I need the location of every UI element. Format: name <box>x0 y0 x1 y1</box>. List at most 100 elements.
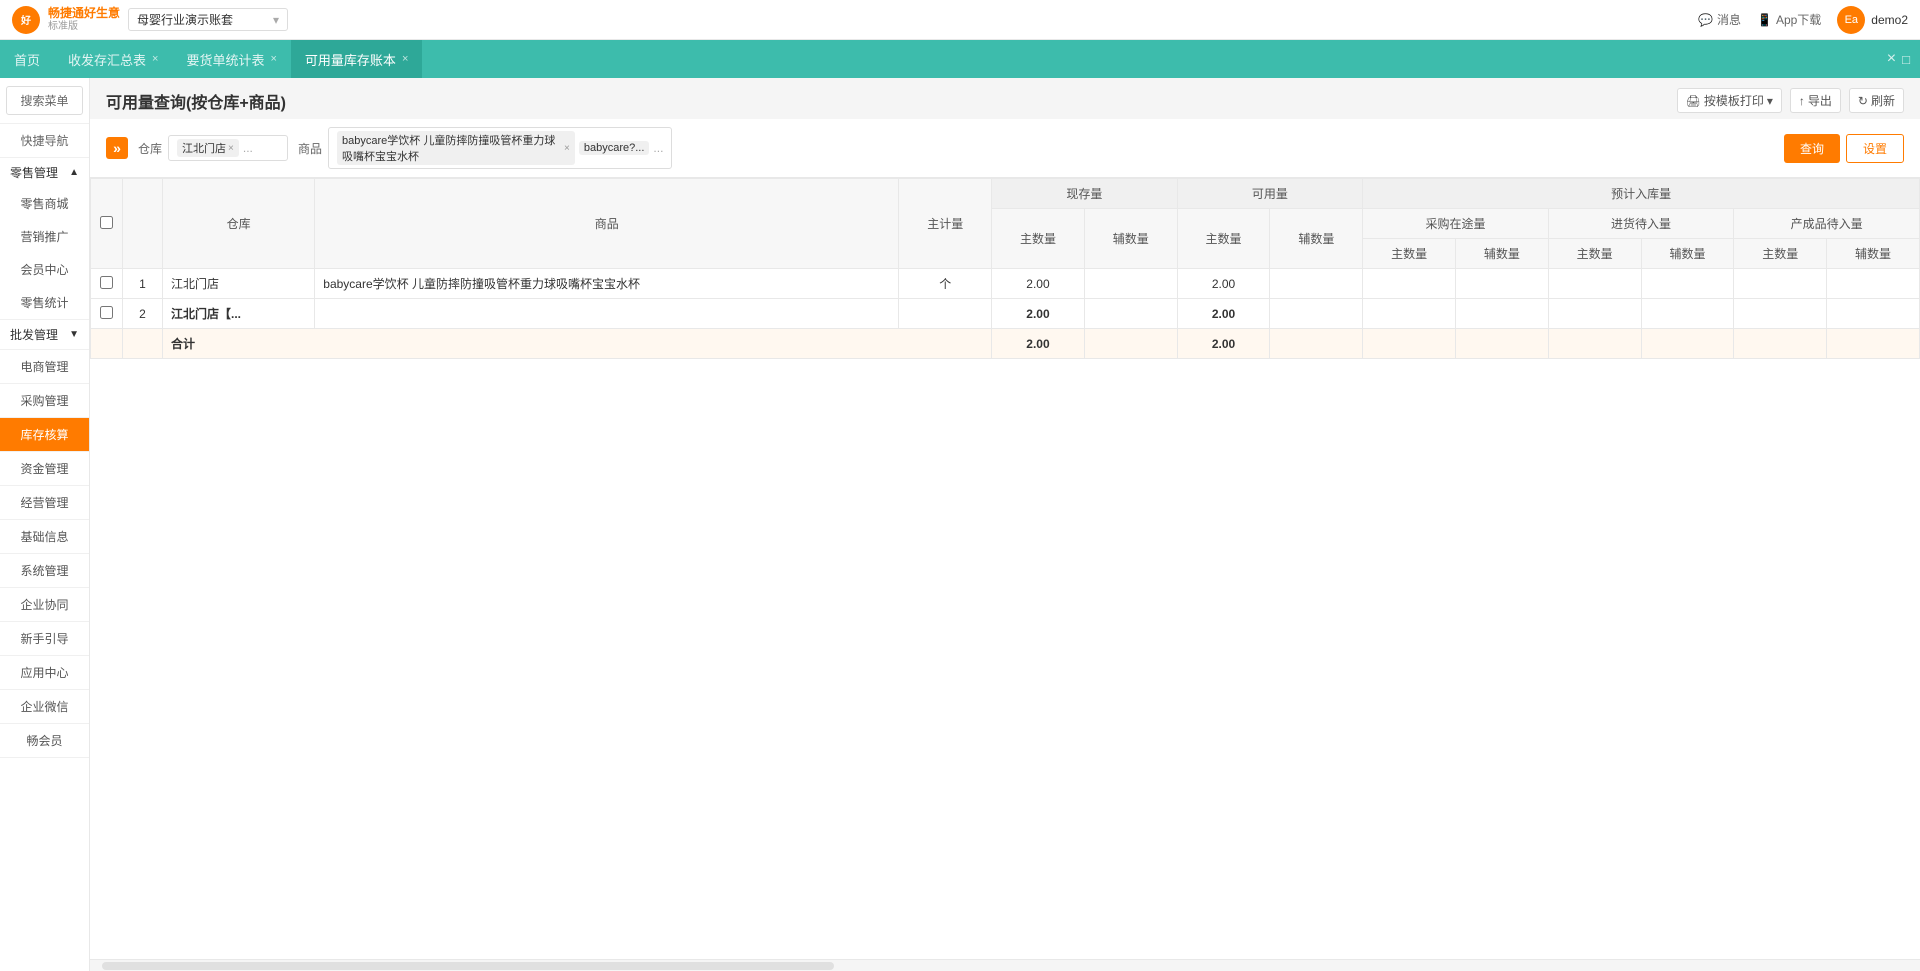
data-table: 仓库 商品 主计量 现存量 可用量 预计入库量 主数量 辅数量 主数量 辅数量 … <box>90 178 1920 359</box>
sidebar-item-wholesale-mgmt[interactable]: 批发管理 ▼ <box>0 320 89 349</box>
tab-available-stock[interactable]: 可用量库存账本 × <box>291 40 422 78</box>
sidebar-item-purchase[interactable]: 采购管理 <box>0 384 89 417</box>
filter-product-field: 商品 babycare学饮杯 儿童防摔防撞吸管杯重力球吸嘴杯宝宝水杯 × bab… <box>298 127 672 169</box>
row2-check[interactable] <box>91 299 123 329</box>
sidebar-item-members[interactable]: 会员中心 <box>0 253 89 286</box>
summary-p5 <box>1734 329 1827 359</box>
sidebar-item-operations[interactable]: 经营管理 <box>0 486 89 519</box>
refresh-label: 刷新 <box>1871 92 1895 109</box>
sidebar-item-retail-stats[interactable]: 零售统计 <box>0 286 89 319</box>
tab-available-stock-close[interactable]: × <box>402 54 408 65</box>
product-label: 商品 <box>298 140 322 157</box>
summary-p1 <box>1363 329 1456 359</box>
section-inventory: 库存核算 <box>0 418 89 452</box>
tab-order-stats[interactable]: 要货单统计表 × <box>172 40 290 78</box>
guide-label: 新手引导 <box>20 630 68 647</box>
export-label: 导出 <box>1808 92 1832 109</box>
row2-incoming-aux <box>1641 299 1734 329</box>
section-retail: 零售管理 ▲ 零售商城 营销推广 会员中心 零售统计 <box>0 158 89 320</box>
sidebar-item-system[interactable]: 系统管理 <box>0 554 89 587</box>
store-selector[interactable]: 母婴行业演示账套 ▾ <box>128 8 288 31</box>
th-avail-main: 主数量 <box>1177 209 1270 269</box>
expand-icon: » <box>113 140 121 156</box>
row1-purchase-main <box>1363 269 1456 299</box>
setting-btn[interactable]: 设置 <box>1846 134 1904 163</box>
close-all-btn[interactable]: × <box>1887 50 1896 68</box>
top-header: 好 畅捷通好生意 标准版 母婴行业演示账套 ▾ 💬 消息 📱 App下载 Ea … <box>0 0 1920 40</box>
section-guide: 新手引导 <box>0 622 89 656</box>
row2-purchase-main <box>1363 299 1456 329</box>
filter-expand-btn[interactable]: » <box>106 137 128 159</box>
summary-p6 <box>1827 329 1920 359</box>
th-incoming2-main: 主数量 <box>1548 239 1641 269</box>
sidebar-item-member[interactable]: 畅会员 <box>0 724 89 757</box>
row2-avail-aux <box>1270 299 1363 329</box>
export-btn[interactable]: ↑ 导出 <box>1790 88 1841 113</box>
warehouse-input[interactable]: 江北门店 × ... <box>168 135 288 161</box>
refresh-btn[interactable]: ↻ 刷新 <box>1849 88 1904 113</box>
row2-checkbox[interactable] <box>100 306 113 319</box>
row2-stock-aux <box>1084 299 1177 329</box>
wholesale-mgmt-arrow: ▼ <box>69 329 79 340</box>
row1-stock-aux <box>1084 269 1177 299</box>
horizontal-scrollbar[interactable] <box>102 962 834 970</box>
th-group-available: 可用量 <box>1177 179 1363 209</box>
tab-home[interactable]: 首页 <box>0 40 54 78</box>
warehouse-tag-remove[interactable]: × <box>228 143 234 154</box>
sidebar-item-retail-shop[interactable]: 零售商城 <box>0 187 89 220</box>
query-btn[interactable]: 查询 <box>1784 134 1840 163</box>
sidebar-item-retail-mgmt[interactable]: 零售管理 ▲ <box>0 158 89 187</box>
sidebar-quicknav-btn[interactable]: 快捷导航 <box>0 124 89 158</box>
user-area[interactable]: Ea demo2 <box>1837 6 1908 34</box>
warehouse-tag-text: 江北门店 <box>182 140 226 156</box>
page-header: 可用量查询(按仓库+商品) 🖨 按模板打印 ▾ ↑ 导出 ↻ 刷新 <box>90 78 1920 119</box>
sidebar-search-area: 搜索菜单 <box>0 78 89 124</box>
tab-stock-summary-close[interactable]: × <box>152 54 158 65</box>
select-all-checkbox[interactable] <box>100 216 113 229</box>
th-no <box>123 179 163 269</box>
row1-checkbox[interactable] <box>100 276 113 289</box>
table-row: 2 江北门店【... 2.00 2.00 <box>91 299 1920 329</box>
tab-order-stats-label: 要货单统计表 <box>186 50 264 69</box>
th-product-aux: 辅数量 <box>1827 239 1920 269</box>
section-apps: 应用中心 <box>0 656 89 690</box>
row2-no: 2 <box>123 299 163 329</box>
row1-check[interactable] <box>91 269 123 299</box>
marketing-label: 营销推广 <box>20 228 68 245</box>
th-group-product: 产成品待入量 <box>1734 209 1920 239</box>
product-tag-1-remove[interactable]: × <box>564 143 570 154</box>
section-ecommerce: 电商管理 <box>0 350 89 384</box>
system-label: 系统管理 <box>20 562 68 579</box>
minimize-btn[interactable]: □ <box>1902 52 1910 67</box>
tab-order-stats-close[interactable]: × <box>270 54 276 65</box>
retail-mgmt-label: 零售管理 <box>10 164 58 181</box>
tab-stock-summary[interactable]: 收发存汇总表 × <box>54 40 172 78</box>
sidebar-item-ecommerce[interactable]: 电商管理 <box>0 350 89 383</box>
print-icon: 🖨 <box>1686 94 1701 108</box>
th-checkbox[interactable] <box>91 179 123 269</box>
print-btn[interactable]: 🖨 按模板打印 ▾ <box>1677 88 1782 113</box>
row1-product-main <box>1734 269 1827 299</box>
sidebar-item-apps[interactable]: 应用中心 <box>0 656 89 689</box>
sidebar-item-marketing[interactable]: 营销推广 <box>0 220 89 253</box>
app-download-btn[interactable]: 📱 App下载 <box>1757 11 1821 28</box>
sidebar-item-wechat[interactable]: 企业微信 <box>0 690 89 723</box>
inventory-label: 库存核算 <box>20 426 68 443</box>
sidebar-search-btn[interactable]: 搜索菜单 <box>6 86 83 115</box>
message-btn[interactable]: 💬 消息 <box>1698 11 1741 28</box>
sidebar-item-guide[interactable]: 新手引导 <box>0 622 89 655</box>
sidebar-item-collab[interactable]: 企业协同 <box>0 588 89 621</box>
th-product-main: 主数量 <box>1734 239 1827 269</box>
th-stock-aux: 辅数量 <box>1084 209 1177 269</box>
logo-area: 好 畅捷通好生意 标准版 母婴行业演示账套 ▾ <box>12 6 288 34</box>
product-tag-1: babycare学饮杯 儿童防摔防撞吸管杯重力球吸嘴杯宝宝水杯 × <box>337 131 575 165</box>
wechat-label: 企业微信 <box>20 698 68 715</box>
summary-avail-aux <box>1270 329 1363 359</box>
sidebar-item-finance[interactable]: 资金管理 <box>0 452 89 485</box>
table-row: 1 江北门店 babycare学饮杯 儿童防摔防撞吸管杯重力球吸嘴杯宝宝水杯 个… <box>91 269 1920 299</box>
product-input[interactable]: babycare学饮杯 儿童防摔防撞吸管杯重力球吸嘴杯宝宝水杯 × babyca… <box>328 127 672 169</box>
sidebar-item-basics[interactable]: 基础信息 <box>0 520 89 553</box>
sidebar-item-inventory[interactable]: 库存核算 <box>0 418 89 451</box>
th-group-incoming2: 进货待入量 <box>1548 209 1734 239</box>
summary-row: 合计 2.00 2.00 <box>91 329 1920 359</box>
